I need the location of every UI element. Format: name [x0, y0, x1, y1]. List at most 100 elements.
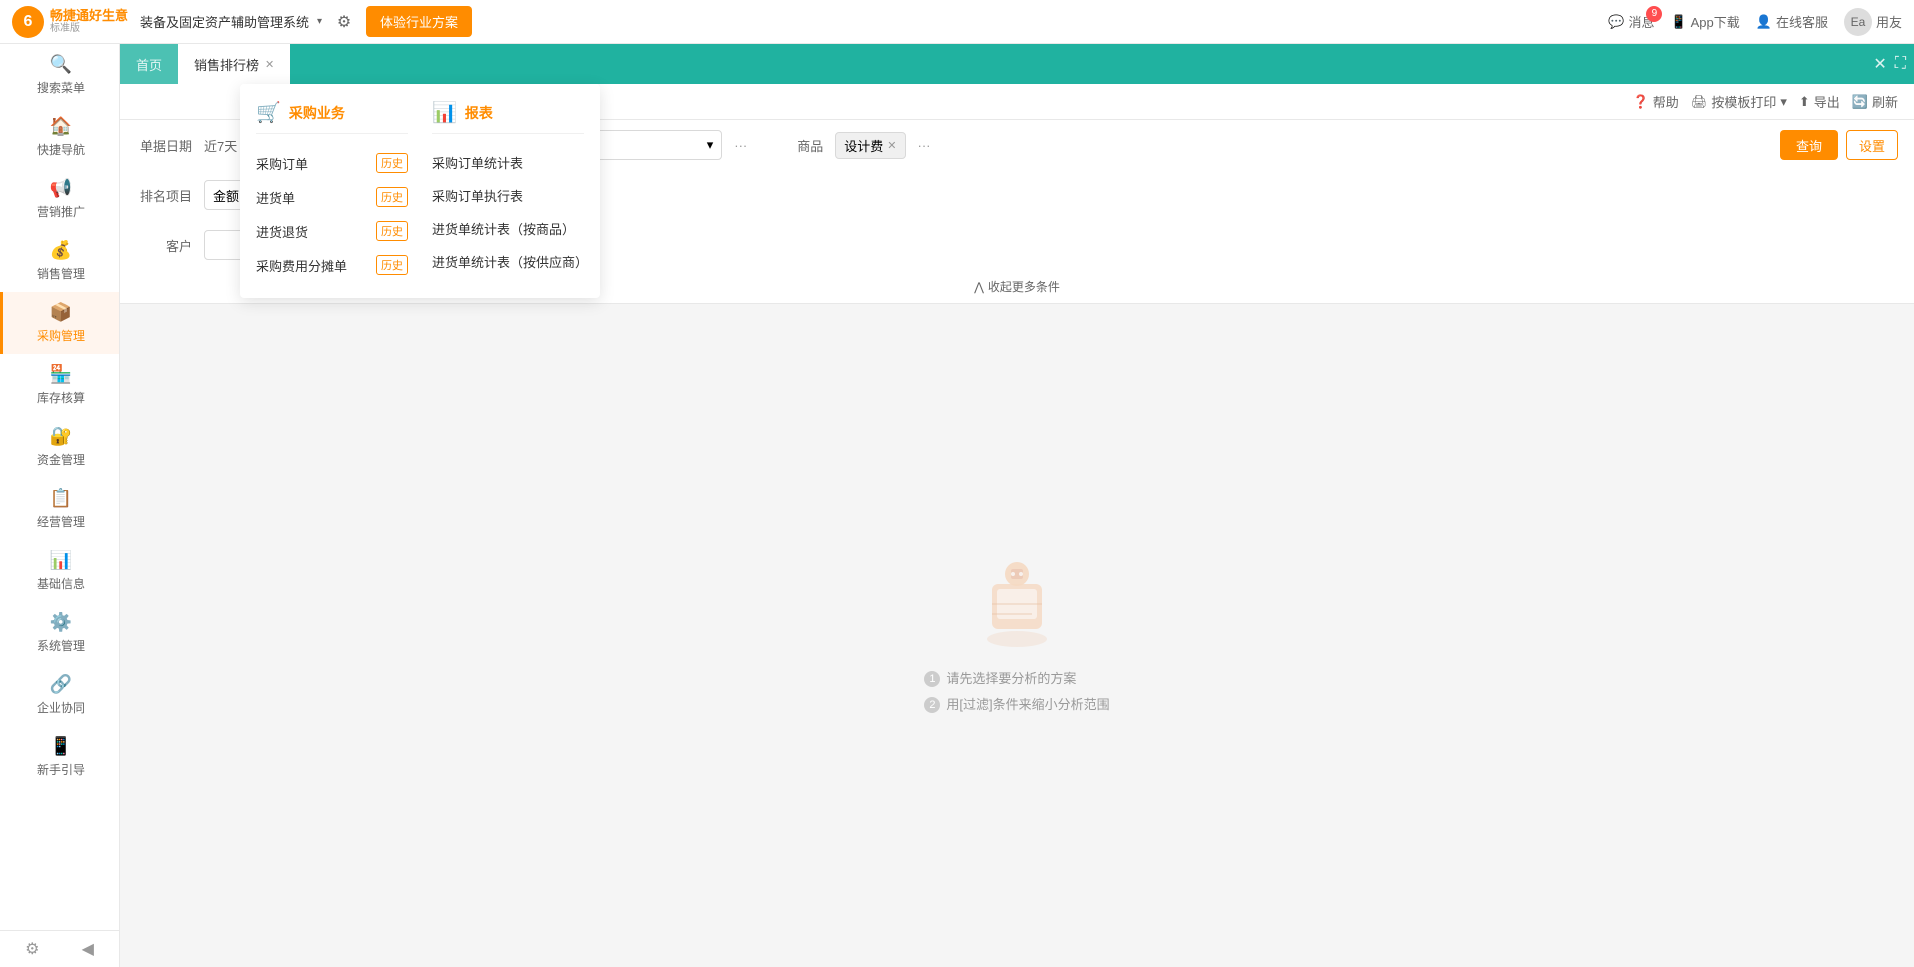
- sidebar-item-marketing[interactable]: 📢 营销推广: [0, 168, 119, 230]
- sidebar-item-capital[interactable]: 🔐 资金管理: [0, 416, 119, 478]
- tab-home-label: 首页: [136, 55, 162, 74]
- status-ellipsis[interactable]: ···: [734, 138, 747, 153]
- sidebar-settings-btn[interactable]: ⚙: [25, 939, 39, 959]
- goods-tag: 设计费 ✕: [835, 132, 905, 159]
- tab-close-window-btn[interactable]: ✕: [1873, 54, 1886, 74]
- export-icon: ⬆: [1799, 94, 1810, 110]
- export-label: 导出: [1814, 92, 1840, 111]
- expense-label: 采购费用分摊单: [256, 256, 347, 275]
- logo-area: 6 畅捷通好生意 标准版: [12, 6, 132, 38]
- search-icon: 🔍: [50, 54, 72, 75]
- sidebar-label-search: 搜索菜单: [37, 79, 85, 96]
- return-history: 历史: [376, 221, 408, 241]
- tip-num-1: 1: [924, 671, 940, 687]
- goods-tag-remove[interactable]: ✕: [887, 139, 896, 152]
- print-btn[interactable]: 🖨 按模板打印 ▾: [1691, 92, 1787, 111]
- tab-close-icon[interactable]: ✕: [265, 58, 274, 71]
- query-btn[interactable]: 查询: [1780, 130, 1838, 160]
- online-service-label: 在线客服: [1776, 12, 1828, 31]
- date-7days-btn[interactable]: 近7天: [204, 136, 237, 155]
- goods-ellipsis[interactable]: ···: [918, 138, 931, 153]
- user-avatar: Ea: [1844, 8, 1872, 36]
- sidebar-item-purchase[interactable]: 📦 采购管理: [0, 292, 119, 354]
- refresh-btn[interactable]: 🔄 刷新: [1852, 92, 1898, 111]
- menu-item-expense[interactable]: 采购费用分摊单 历史: [256, 248, 408, 282]
- report-col-icon: 📊: [432, 100, 457, 125]
- user-btn[interactable]: Ea 用友: [1844, 8, 1902, 36]
- purchase-col-title: 采购业务: [289, 103, 345, 123]
- sidebar-label-operations: 经营管理: [37, 513, 85, 530]
- menu-item-incoming-by-goods[interactable]: 进货单统计表（按商品）: [432, 212, 584, 245]
- menu-item-po-exec[interactable]: 采购订单执行表: [432, 179, 584, 212]
- tab-maximize-btn[interactable]: ⛶: [1895, 55, 1906, 73]
- sidebar-item-basic[interactable]: 📊 基础信息: [0, 540, 119, 602]
- sidebar-label-guide: 新手引导: [37, 761, 85, 778]
- tab-home[interactable]: 首页: [120, 44, 178, 84]
- report-column-header: 📊 报表: [432, 100, 584, 134]
- empty-tips: 1 请先选择要分析的方案 2 用[过滤]条件来缩小分析范围: [924, 666, 1109, 718]
- collapse-up-icon: ⋀: [974, 280, 984, 294]
- system-icon: ⚙️: [50, 612, 72, 633]
- tip-num-2: 2: [924, 697, 940, 713]
- sidebar-item-quick[interactable]: 🏠 快捷导航: [0, 106, 119, 168]
- message-btn[interactable]: 💬 消息 9: [1608, 12, 1654, 31]
- purchase-column-header: 🛒 采购业务: [256, 100, 408, 134]
- marketing-icon: 📢: [50, 178, 72, 199]
- refresh-icon: 🔄: [1852, 94, 1868, 110]
- sidebar-item-guide[interactable]: 📱 新手引导: [0, 726, 119, 788]
- filter-action-btns: 查询 设置: [1780, 130, 1898, 160]
- user-label: 用友: [1876, 12, 1902, 31]
- sidebar-label-marketing: 营销推广: [37, 203, 85, 220]
- sidebar-item-sales[interactable]: 💰 销售管理: [0, 230, 119, 292]
- guide-icon: 📱: [50, 736, 72, 757]
- menu-item-return[interactable]: 进货退货 历史: [256, 214, 408, 248]
- phone-icon: 📱: [1670, 14, 1686, 30]
- top-header: 6 畅捷通好生意 标准版 装备及固定资产辅助管理系统 ▾ ⚙ 体验行业方案 💬 …: [0, 0, 1914, 44]
- settings-icon-btn[interactable]: ⚙: [330, 8, 358, 36]
- print-dropdown-icon: ▾: [1780, 94, 1787, 110]
- menu-item-incoming-by-supplier[interactable]: 进货单统计表（按供应商）: [432, 245, 584, 278]
- sidebar-label-capital: 资金管理: [37, 451, 85, 468]
- help-btn[interactable]: ❓ 帮助: [1633, 92, 1679, 111]
- empty-tip-2: 2 用[过滤]条件来缩小分析范围: [924, 692, 1109, 718]
- goods-tag-value: 设计费: [844, 136, 883, 155]
- settings-btn[interactable]: 设置: [1846, 130, 1898, 160]
- po-stats-label: 采购订单统计表: [432, 153, 523, 172]
- online-service-btn[interactable]: 👤 在线客服: [1756, 12, 1828, 31]
- export-btn[interactable]: ⬆ 导出: [1799, 92, 1840, 111]
- empty-tip-2-text: 用[过滤]条件来缩小分析范围: [946, 692, 1109, 718]
- tab-sales-rank[interactable]: 销售排行榜 ✕: [178, 44, 290, 84]
- system-title: 装备及固定资产辅助管理系统: [140, 12, 309, 31]
- logo-sub-text: 标准版: [50, 23, 128, 35]
- empty-tip-1: 1 请先选择要分析的方案: [924, 666, 1109, 692]
- sidebar-label-purchase: 采购管理: [37, 327, 85, 344]
- purchase-icon: 📦: [50, 302, 72, 323]
- report-col-title: 报表: [465, 103, 493, 123]
- incoming-label: 进货单: [256, 188, 295, 207]
- message-badge: 9: [1646, 6, 1662, 22]
- sidebar-item-enterprise[interactable]: 🔗 企业协同: [0, 664, 119, 726]
- sidebar-item-search[interactable]: 🔍 搜索菜单: [0, 44, 119, 106]
- basic-icon: 📊: [50, 550, 72, 571]
- logo-text: 畅捷通好生意 标准版: [50, 8, 128, 36]
- incoming-by-goods-label: 进货单统计表（按商品）: [432, 219, 575, 238]
- app-download-label: App下载: [1691, 12, 1740, 31]
- industry-btn[interactable]: 体验行业方案: [366, 6, 472, 37]
- system-title-dropdown[interactable]: ▾: [317, 16, 322, 27]
- tab-bar: 首页 销售排行榜 ✕ ✕ ⛶: [120, 44, 1914, 84]
- sidebar-item-system[interactable]: ⚙️ 系统管理: [0, 602, 119, 664]
- po-exec-label: 采购订单执行表: [432, 186, 523, 205]
- menu-item-po-stats[interactable]: 采购订单统计表: [432, 146, 584, 179]
- status-select-arrow: ▾: [707, 137, 714, 153]
- sidebar-item-operations[interactable]: 📋 经营管理: [0, 478, 119, 540]
- menu-item-incoming[interactable]: 进货单 历史: [256, 180, 408, 214]
- incoming-history: 历史: [376, 187, 408, 207]
- sidebar-item-inventory[interactable]: 🏪 库存核算: [0, 354, 119, 416]
- purchase-order-label: 采购订单: [256, 154, 308, 173]
- menu-item-purchase-order[interactable]: 采购订单 历史: [256, 146, 408, 180]
- sidebar-collapse-btn[interactable]: ◀: [82, 939, 94, 959]
- sidebar-bottom: ⚙ ◀: [0, 930, 119, 967]
- app-download-btn[interactable]: 📱 App下载: [1670, 12, 1739, 31]
- help-icon: ❓: [1633, 94, 1649, 110]
- collapse-label: 收起更多条件: [988, 278, 1060, 295]
